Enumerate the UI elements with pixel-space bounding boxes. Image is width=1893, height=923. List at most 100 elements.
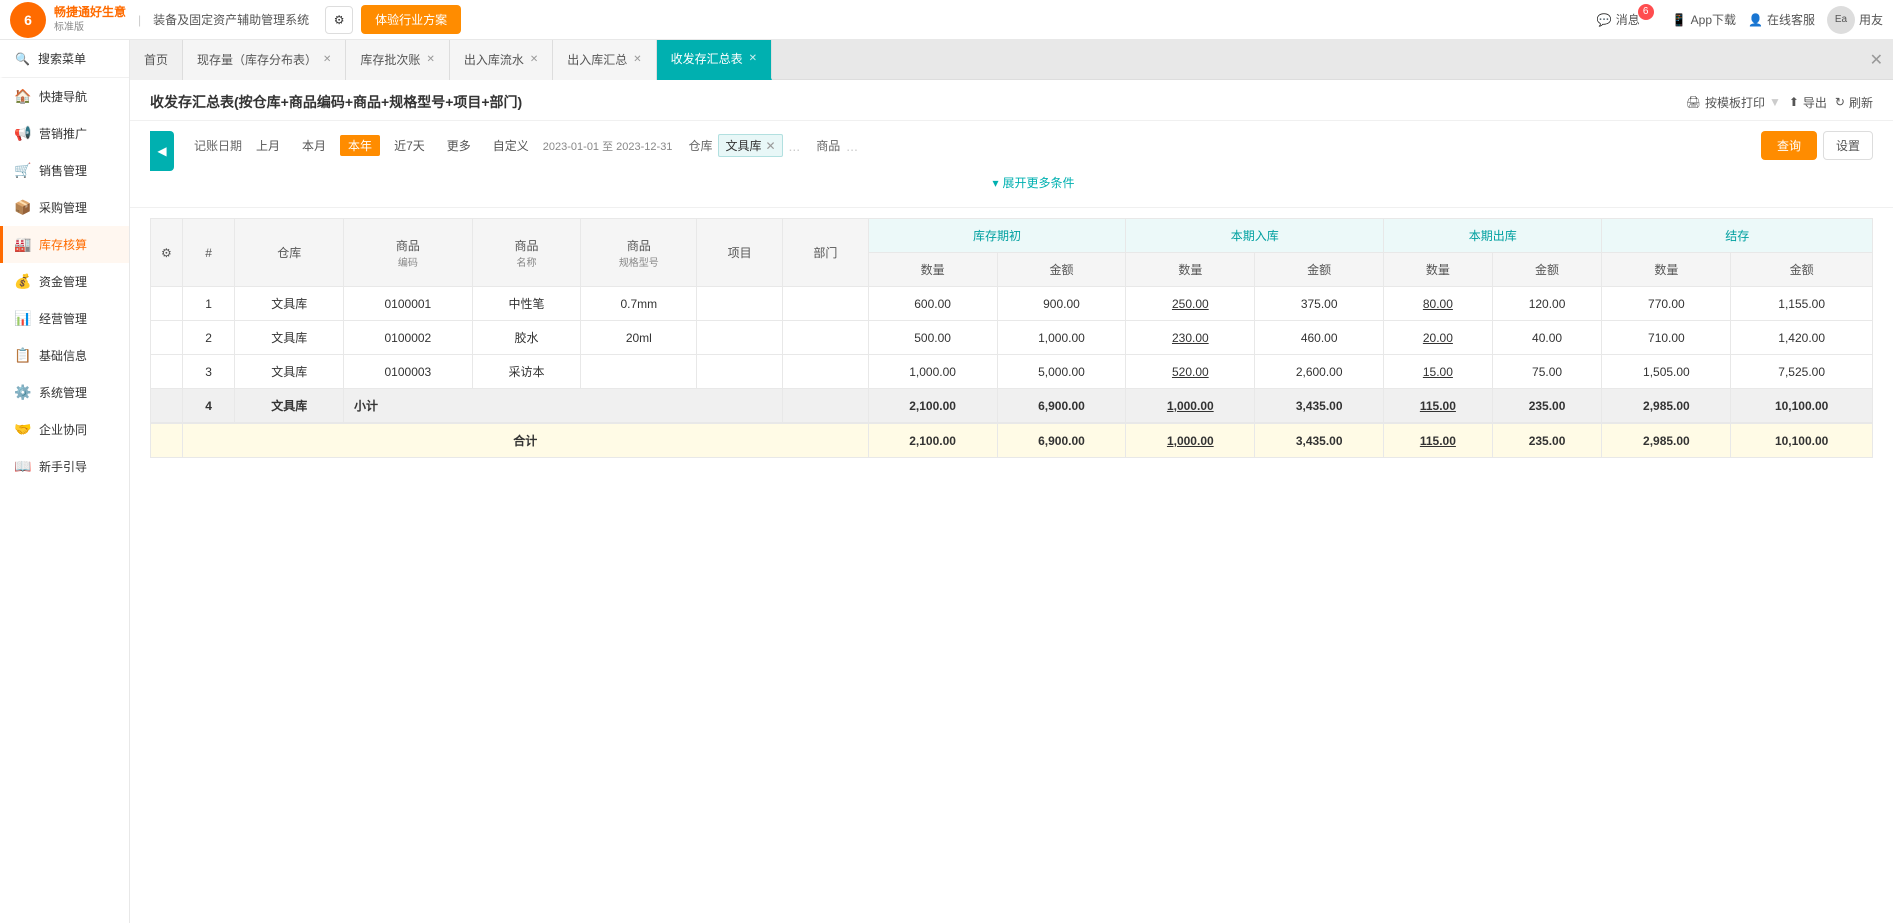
filter-toggle[interactable]: ◀ (150, 131, 174, 171)
sales-icon: 🛒 (15, 163, 31, 179)
warehouse-more[interactable]: ... (789, 138, 801, 154)
date-options: 上月 本月 本年 近7天 更多 自定义 (248, 135, 537, 156)
sidebar-item-system[interactable]: ⚙️ 系统管理 (0, 374, 129, 411)
tab-recv-send[interactable]: 收发存汇总表 ✕ (657, 40, 772, 80)
system-name: 装备及固定资产辅助管理系统 (153, 11, 309, 28)
sidebar-label: 营销推广 (39, 125, 87, 142)
sidebar-label: 新手引导 (39, 458, 87, 475)
purchase-icon: 📦 (15, 200, 31, 216)
page-content: 收发存汇总表(按仓库+商品编码+商品+规格型号+项目+部门) 🖨 按模板打印 ▼… (130, 80, 1893, 923)
tab-close-inout-summary[interactable]: ✕ (633, 54, 641, 65)
total-label: 合计 (182, 423, 868, 458)
tab-close-inout-flow[interactable]: ✕ (530, 54, 538, 65)
message-badge: 6 (1638, 4, 1654, 20)
sidebar-item-basic[interactable]: 📋 基础信息 (0, 337, 129, 374)
finance-icon: 💰 (15, 274, 31, 290)
sidebar-item-business[interactable]: 📊 经营管理 (0, 300, 129, 337)
app-download-item[interactable]: 📱 App下载 (1672, 11, 1736, 28)
date-btn-more[interactable]: 更多 (439, 135, 479, 156)
total-out-amt: 235.00 (1492, 423, 1602, 458)
col-bal-qty: 数量 (1602, 253, 1731, 287)
sidebar-search[interactable]: 🔍 搜索菜单 (0, 40, 129, 78)
message-item[interactable]: 💬 消息 6 (1597, 11, 1660, 28)
online-service-item[interactable]: 👤 在线客服 (1748, 11, 1815, 28)
page-header: 收发存汇总表(按仓库+商品编码+商品+规格型号+项目+部门) 🖨 按模板打印 ▼… (130, 80, 1893, 121)
tab-stock-dist[interactable]: 现存量（库存分布表） ✕ (183, 40, 346, 80)
print-btn[interactable]: 🖨 按模板打印 ▼ (1686, 94, 1781, 111)
business-icon: 📊 (15, 311, 31, 327)
export-icon: ⬆ (1789, 95, 1799, 109)
col-start-amt: 金额 (997, 253, 1126, 287)
col-out-amt: 金额 (1492, 253, 1602, 287)
sidebar: 🔍 搜索菜单 🏠 快捷导航 📢 营销推广 🛒 销售管理 📦 采购管理 🏭 (0, 40, 130, 923)
total-bal-qty: 2,985.00 (1602, 423, 1731, 458)
col-bal-amt: 金额 (1731, 253, 1873, 287)
expand-icon: ▾ (992, 176, 998, 190)
col-group-period-start: 库存期初 (868, 219, 1126, 253)
sidebar-label: 库存核算 (39, 236, 87, 253)
tab-close-recv-send[interactable]: ✕ (749, 53, 757, 64)
total-in-amt: 3,435.00 (1255, 423, 1384, 458)
header-actions: 🖨 按模板打印 ▼ ⬆ 导出 ↻ 刷新 (1686, 94, 1873, 111)
col-project: 项目 (697, 219, 783, 287)
table-settings-col[interactable]: ⚙ (151, 219, 183, 287)
date-btn-7days[interactable]: 近7天 (386, 135, 433, 156)
export-btn[interactable]: ⬆ 导出 (1789, 94, 1827, 111)
refresh-btn[interactable]: ↻ 刷新 (1835, 94, 1873, 111)
table-row: 1 文具库 0100001 中性笔 0.7mm 600.00 900.00 25… (151, 287, 1873, 321)
sidebar-item-quick-nav[interactable]: 🏠 快捷导航 (0, 78, 129, 115)
data-table: ⚙ # 仓库 商品编码 商品名称 商品规格型号 项目 部门 库存期初 本期入库 (150, 218, 1873, 458)
tab-batch[interactable]: 库存批次账 ✕ (346, 40, 449, 80)
subtotal-row: 4 文具库 小计 2,100.00 6,900.00 1,000.00 3,43… (151, 389, 1873, 424)
total-start-qty: 2,100.00 (868, 423, 997, 458)
tab-bar-close-icon[interactable]: ✕ (1860, 50, 1893, 70)
tab-close-batch[interactable]: ✕ (426, 54, 434, 65)
try-btn[interactable]: 体验行业方案 (361, 5, 461, 34)
goods-label: 商品 (816, 137, 840, 154)
content-area: 首页 现存量（库存分布表） ✕ 库存批次账 ✕ 出入库流水 ✕ 出入库汇总 ✕ (130, 40, 1893, 923)
col-in-amt: 金额 (1255, 253, 1384, 287)
sidebar-item-finance[interactable]: 💰 资金管理 (0, 263, 129, 300)
filter-section: ◀ 记账日期 上月 本月 本年 近7天 (130, 121, 1893, 208)
sidebar-item-guide[interactable]: 📖 新手引导 (0, 448, 129, 485)
col-index: # (182, 219, 235, 287)
sidebar-item-inventory[interactable]: 🏭 库存核算 (0, 226, 129, 263)
query-btn[interactable]: 查询 (1761, 131, 1817, 160)
total-in-qty[interactable]: 1,000.00 (1126, 423, 1255, 458)
total-bal-amt: 10,100.00 (1731, 423, 1873, 458)
expand-conditions-btn[interactable]: ▾ 展开更多条件 (992, 174, 1074, 191)
tab-home[interactable]: 首页 (130, 40, 183, 80)
date-btn-last-month[interactable]: 上月 (248, 135, 288, 156)
sidebar-item-enterprise[interactable]: 🤝 企业协同 (0, 411, 129, 448)
col-out-qty: 数量 (1384, 253, 1493, 287)
settings-icon[interactable]: ⚙ (325, 6, 353, 34)
col-in-qty: 数量 (1126, 253, 1255, 287)
message-icon: 💬 (1597, 13, 1612, 27)
sidebar-label: 经营管理 (39, 310, 87, 327)
total-out-qty[interactable]: 115.00 (1384, 423, 1493, 458)
user-item[interactable]: Ea 用友 (1827, 6, 1883, 34)
table-container: ⚙ # 仓库 商品编码 商品名称 商品规格型号 项目 部门 库存期初 本期入库 (130, 218, 1893, 458)
filter-row-1: 记账日期 上月 本月 本年 近7天 更多 自定义 (194, 131, 1873, 160)
date-btn-this-year[interactable]: 本年 (340, 135, 380, 156)
date-label: 记账日期 (194, 137, 242, 154)
warehouse-filter-tag: 文具库 ✕ (718, 134, 782, 157)
tab-inout-flow[interactable]: 出入库流水 ✕ (450, 40, 553, 80)
table-row: 2 文具库 0100002 胶水 20ml 500.00 1,000.00 23… (151, 321, 1873, 355)
guide-icon: 📖 (15, 459, 31, 475)
date-btn-custom[interactable]: 自定义 (485, 135, 537, 156)
goods-more[interactable]: ... (846, 138, 858, 154)
sidebar-item-sales[interactable]: 🛒 销售管理 (0, 152, 129, 189)
avatar: Ea (1827, 6, 1855, 34)
total-start-amt: 6,900.00 (997, 423, 1126, 458)
app-logo: 6 (10, 2, 46, 38)
tab-inout-summary[interactable]: 出入库汇总 ✕ (553, 40, 656, 80)
warehouse-tag-close[interactable]: ✕ (765, 139, 775, 153)
set-btn[interactable]: 设置 (1823, 131, 1873, 160)
top-bar-right: 💬 消息 6 📱 App下载 👤 在线客服 Ea 用友 (1597, 6, 1883, 34)
sidebar-item-purchase[interactable]: 📦 采购管理 (0, 189, 129, 226)
date-btn-this-month[interactable]: 本月 (294, 135, 334, 156)
sidebar-item-marketing[interactable]: 📢 营销推广 (0, 115, 129, 152)
sidebar-label: 企业协同 (39, 421, 87, 438)
tab-close-stock-dist[interactable]: ✕ (323, 54, 331, 65)
